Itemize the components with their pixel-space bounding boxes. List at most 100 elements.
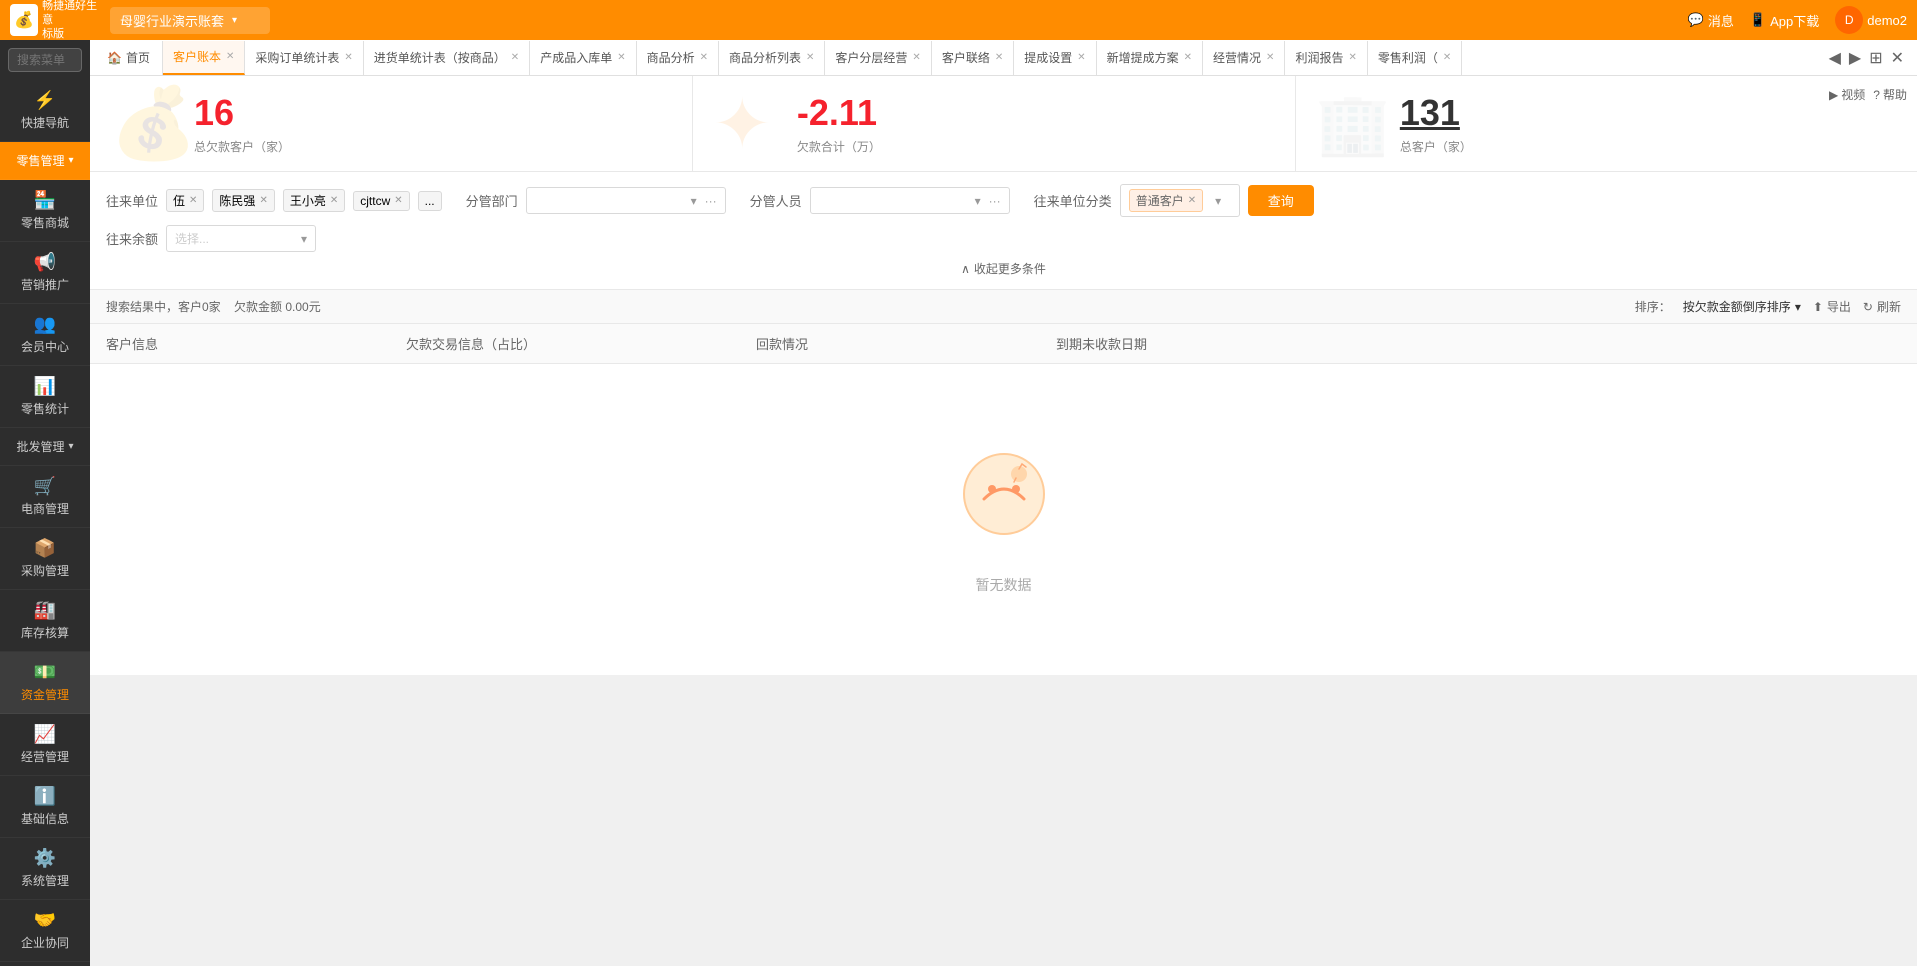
empty-text: 暂无数据 xyxy=(976,575,1032,595)
sidebar-item-retail-mall[interactable]: 🏪 零售商城 xyxy=(0,180,90,242)
purchase-icon: 📦 xyxy=(34,538,56,559)
tab-commission-settings[interactable]: 提成设置 ✕ xyxy=(1014,41,1096,75)
tab-close-operations-status[interactable]: ✕ xyxy=(1266,52,1274,63)
tab-customer-contact[interactable]: 客户联络 ✕ xyxy=(932,41,1014,75)
tab-close-customer-contact[interactable]: ✕ xyxy=(995,52,1003,63)
app-download-button[interactable]: 📱 App下载 xyxy=(1750,11,1819,30)
tab-home[interactable]: 🏠 首页 xyxy=(95,41,163,75)
page-content: 💰 16 总欠款客户（家） ✦ -2.11 欠款合计（万） xyxy=(90,76,1917,966)
tab-product-analysis-list[interactable]: 商品分析列表 ✕ xyxy=(719,41,825,75)
dept-select[interactable]: ▾ ··· xyxy=(526,187,726,214)
sidebar-item-quick-nav[interactable]: ⚡ 快捷导航 xyxy=(0,80,90,142)
tab-prev-button[interactable]: ◀ xyxy=(1829,48,1841,68)
balance-select-arrow: ▾ xyxy=(301,232,307,246)
tab-profit-report[interactable]: 利润报告 ✕ xyxy=(1285,41,1367,75)
stat-total-customers-num: 131 xyxy=(1400,92,1472,134)
filter-row-2: 往来余额 选择... ▾ xyxy=(106,225,1901,252)
export-button[interactable]: ⬆ 导出 xyxy=(1813,298,1851,315)
refresh-button[interactable]: ↻ 刷新 xyxy=(1863,298,1901,315)
video-icon: ▶ xyxy=(1829,88,1838,102)
filter-tag-wang-close[interactable]: ✕ xyxy=(330,195,338,206)
sidebar-item-enterprise[interactable]: 🤝 企业协同 xyxy=(0,900,90,962)
stat-card-overdue-customers: 💰 16 总欠款客户（家） xyxy=(90,76,693,171)
sidebar-item-ecommerce[interactable]: 🛒 电商管理 xyxy=(0,466,90,528)
filter-tag-cjttcw-close[interactable]: ✕ xyxy=(394,195,402,206)
dept-select-arrow: ▾ xyxy=(691,194,697,208)
tab-close-purchase-order-stats[interactable]: ✕ xyxy=(344,52,352,63)
search-menu-input[interactable] xyxy=(8,48,82,72)
logo-area: 💰 畅捷通好生意 标版 xyxy=(10,0,100,41)
home-icon: 🏠 xyxy=(107,51,122,65)
quick-nav-icon: ⚡ xyxy=(34,90,56,111)
tab-retail-profit[interactable]: 零售利润（ ✕ xyxy=(1368,41,1462,75)
refresh-icon: ↻ xyxy=(1863,300,1873,314)
sidebar-item-retail-mgmt[interactable]: 零售管理 ▾ xyxy=(0,142,90,180)
unit-class-filter-label: 往来单位分类 xyxy=(1034,191,1112,210)
member-icon: 👥 xyxy=(34,314,56,335)
enterprise-icon: 🤝 xyxy=(34,910,56,931)
sidebar-item-member[interactable]: 👥 会员中心 xyxy=(0,304,90,366)
tab-close-customer-tier[interactable]: ✕ xyxy=(912,52,920,63)
sidebar-item-operations[interactable]: 📈 经营管理 xyxy=(0,714,90,776)
sidebar-item-inventory[interactable]: 🏭 库存核算 xyxy=(0,590,90,652)
unit-filter-label: 往来单位 xyxy=(106,191,158,210)
tab-close-all-button[interactable]: ✕ xyxy=(1891,48,1904,68)
message-button[interactable]: 💬 消息 xyxy=(1688,11,1734,30)
filter-tag-wu-close[interactable]: ✕ xyxy=(189,195,197,206)
retail-mall-icon: 🏪 xyxy=(34,190,56,211)
tab-expand-button[interactable]: ⊞ xyxy=(1869,48,1882,68)
results-summary: 搜索结果中，客户0家 欠款金额 0.00元 xyxy=(106,298,321,315)
video-btn[interactable]: ▶ 视频 xyxy=(1829,86,1865,103)
sidebar-item-retail-stats[interactable]: 📊 零售统计 xyxy=(0,366,90,428)
tab-close-product-analysis[interactable]: ✕ xyxy=(700,52,708,63)
sidebar-item-system[interactable]: ⚙️ 系统管理 xyxy=(0,838,90,900)
collapse-filters-button[interactable]: ∧ 收起更多条件 xyxy=(106,260,1901,277)
user-area[interactable]: D demo2 xyxy=(1835,6,1907,34)
message-icon: 💬 xyxy=(1688,12,1704,28)
tab-product-analysis[interactable]: 商品分析 ✕ xyxy=(637,41,719,75)
person-select[interactable]: ▾ ··· xyxy=(810,187,1010,214)
sidebar-item-marketing[interactable]: 📢 营销推广 xyxy=(0,242,90,304)
table-col-customer-info: 客户信息 xyxy=(106,334,406,353)
sidebar-item-finance[interactable]: 💵 资金管理 xyxy=(0,652,90,714)
sidebar-item-batch-mgmt[interactable]: 批发管理 ▾ xyxy=(0,428,90,466)
company-selector[interactable]: 母婴行业演示账套 ▾ xyxy=(110,7,270,34)
filter-tag-more[interactable]: ... xyxy=(418,191,442,211)
help-btn[interactable]: ? 帮助 xyxy=(1873,86,1907,103)
tab-operations-status[interactable]: 经营情况 ✕ xyxy=(1203,41,1285,75)
video-help-area: ▶ 视频 ? 帮助 xyxy=(1829,86,1907,103)
tab-customer-tier[interactable]: 客户分层经营 ✕ xyxy=(825,41,931,75)
card3-bg-icon: 🏢 xyxy=(1316,88,1391,159)
tab-purchase-order-stats[interactable]: 采购订单统计表 ✕ xyxy=(245,41,363,75)
marketing-icon: 📢 xyxy=(34,252,56,273)
tab-close-commission-settings[interactable]: ✕ xyxy=(1077,52,1085,63)
tab-inbound-stats[interactable]: 进货单统计表（按商品） ✕ xyxy=(364,41,530,75)
results-bar: 搜索结果中，客户0家 欠款金额 0.00元 排序： 按欠款金额倒序排序 ▾ ⬆ … xyxy=(90,290,1917,324)
tab-close-profit-report[interactable]: ✕ xyxy=(1348,52,1356,63)
sort-select[interactable]: 按欠款金额倒序排序 ▾ xyxy=(1683,298,1801,315)
query-button[interactable]: 查询 xyxy=(1248,185,1314,216)
tab-close-customer-ledger[interactable]: ✕ xyxy=(226,51,234,62)
tab-close-add-commission[interactable]: ✕ xyxy=(1184,52,1192,63)
tab-customer-ledger[interactable]: 客户账本 ✕ xyxy=(163,41,245,75)
tab-close-retail-profit[interactable]: ✕ xyxy=(1443,52,1451,63)
user-avatar: D xyxy=(1835,6,1863,34)
sidebar-item-newbie[interactable]: 🎓 新手引导 xyxy=(0,962,90,966)
stat-overdue-amount-num: -2.11 xyxy=(797,92,881,134)
sort-arrow-icon: ▾ xyxy=(1795,300,1801,314)
tab-production-inbound[interactable]: 产成品入库单 ✕ xyxy=(530,41,636,75)
stat-overdue-customers-num: 16 xyxy=(194,92,290,134)
unit-class-tag-close[interactable]: ✕ xyxy=(1188,195,1196,206)
tab-add-commission[interactable]: 新增提成方案 ✕ xyxy=(1097,41,1203,75)
tab-close-inbound-stats[interactable]: ✕ xyxy=(511,52,519,63)
sidebar-item-purchase[interactable]: 📦 采购管理 xyxy=(0,528,90,590)
filter-tag-chen-close[interactable]: ✕ xyxy=(259,195,267,206)
filter-tag-wu: 伍 ✕ xyxy=(166,189,204,212)
tab-next-button[interactable]: ▶ xyxy=(1849,48,1861,68)
balance-select[interactable]: 选择... ▾ xyxy=(166,225,316,252)
tab-close-production-inbound[interactable]: ✕ xyxy=(617,52,625,63)
tab-close-product-analysis-list[interactable]: ✕ xyxy=(806,52,814,63)
sidebar-item-basic-info[interactable]: ℹ️ 基础信息 xyxy=(0,776,90,838)
top-bar-right: 💬 消息 📱 App下载 D demo2 xyxy=(1688,6,1907,34)
unit-class-select[interactable]: 普通客户 ✕ ▾ xyxy=(1120,184,1240,217)
